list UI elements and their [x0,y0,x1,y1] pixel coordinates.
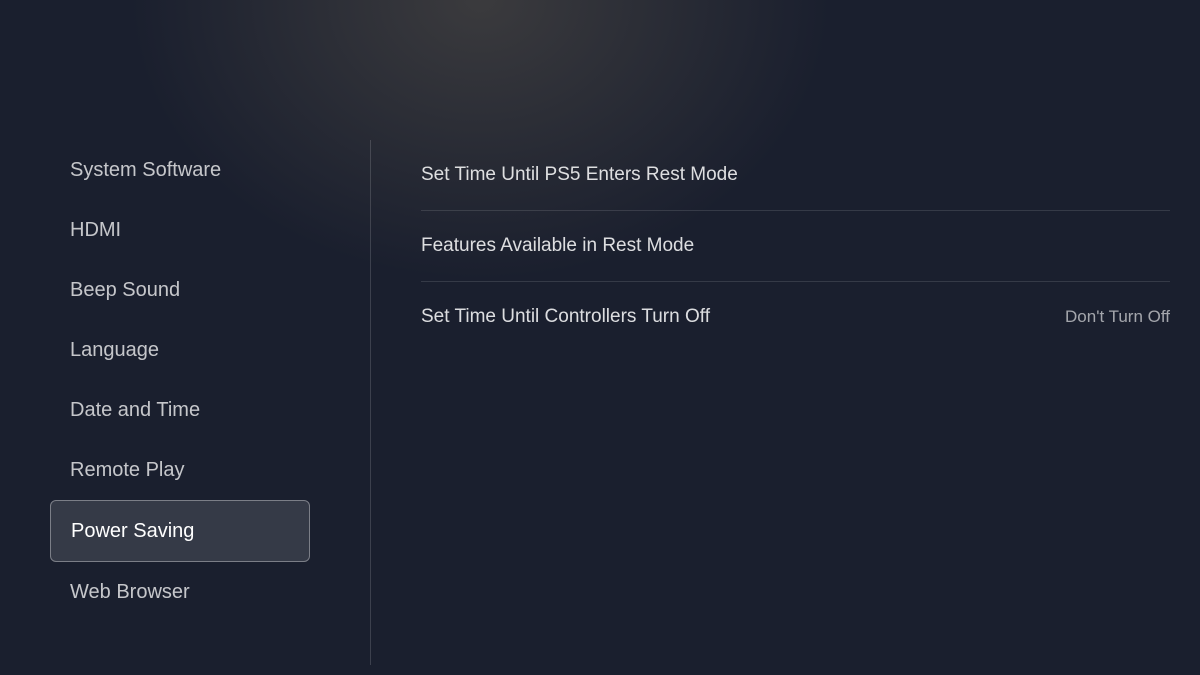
sidebar: System SoftwareHDMIBeep SoundLanguageDat… [0,130,370,675]
content-label-rest-mode-features: Features Available in Rest Mode [421,235,694,257]
sidebar-item-beep-sound[interactable]: Beep Sound [70,260,370,320]
content-item-rest-mode-time[interactable]: Set Time Until PS5 Enters Rest Mode [421,140,1170,211]
main-layout: System SoftwareHDMIBeep SoundLanguageDat… [0,130,1200,675]
content-value-controllers-turn-off: Don't Turn Off [1065,307,1170,327]
sidebar-item-date-and-time[interactable]: Date and Time [70,380,370,440]
sidebar-item-hdmi[interactable]: HDMI [70,200,370,260]
sidebar-item-web-browser[interactable]: Web Browser [70,562,370,622]
content-item-controllers-turn-off[interactable]: Set Time Until Controllers Turn Off Don't… [421,282,1170,352]
content-label-rest-mode-time: Set Time Until PS5 Enters Rest Mode [421,164,738,186]
sidebar-item-system-software[interactable]: System Software [70,140,370,200]
content-item-rest-mode-features[interactable]: Features Available in Rest Mode [421,211,1170,282]
sidebar-item-language[interactable]: Language [70,320,370,380]
content-label-controllers-turn-off: Set Time Until Controllers Turn Off [421,306,710,328]
sidebar-item-power-saving[interactable]: Power Saving [50,500,310,562]
sidebar-item-remote-play[interactable]: Remote Play [70,440,370,500]
content-panel: Set Time Until PS5 Enters Rest Mode Featu… [371,130,1200,675]
